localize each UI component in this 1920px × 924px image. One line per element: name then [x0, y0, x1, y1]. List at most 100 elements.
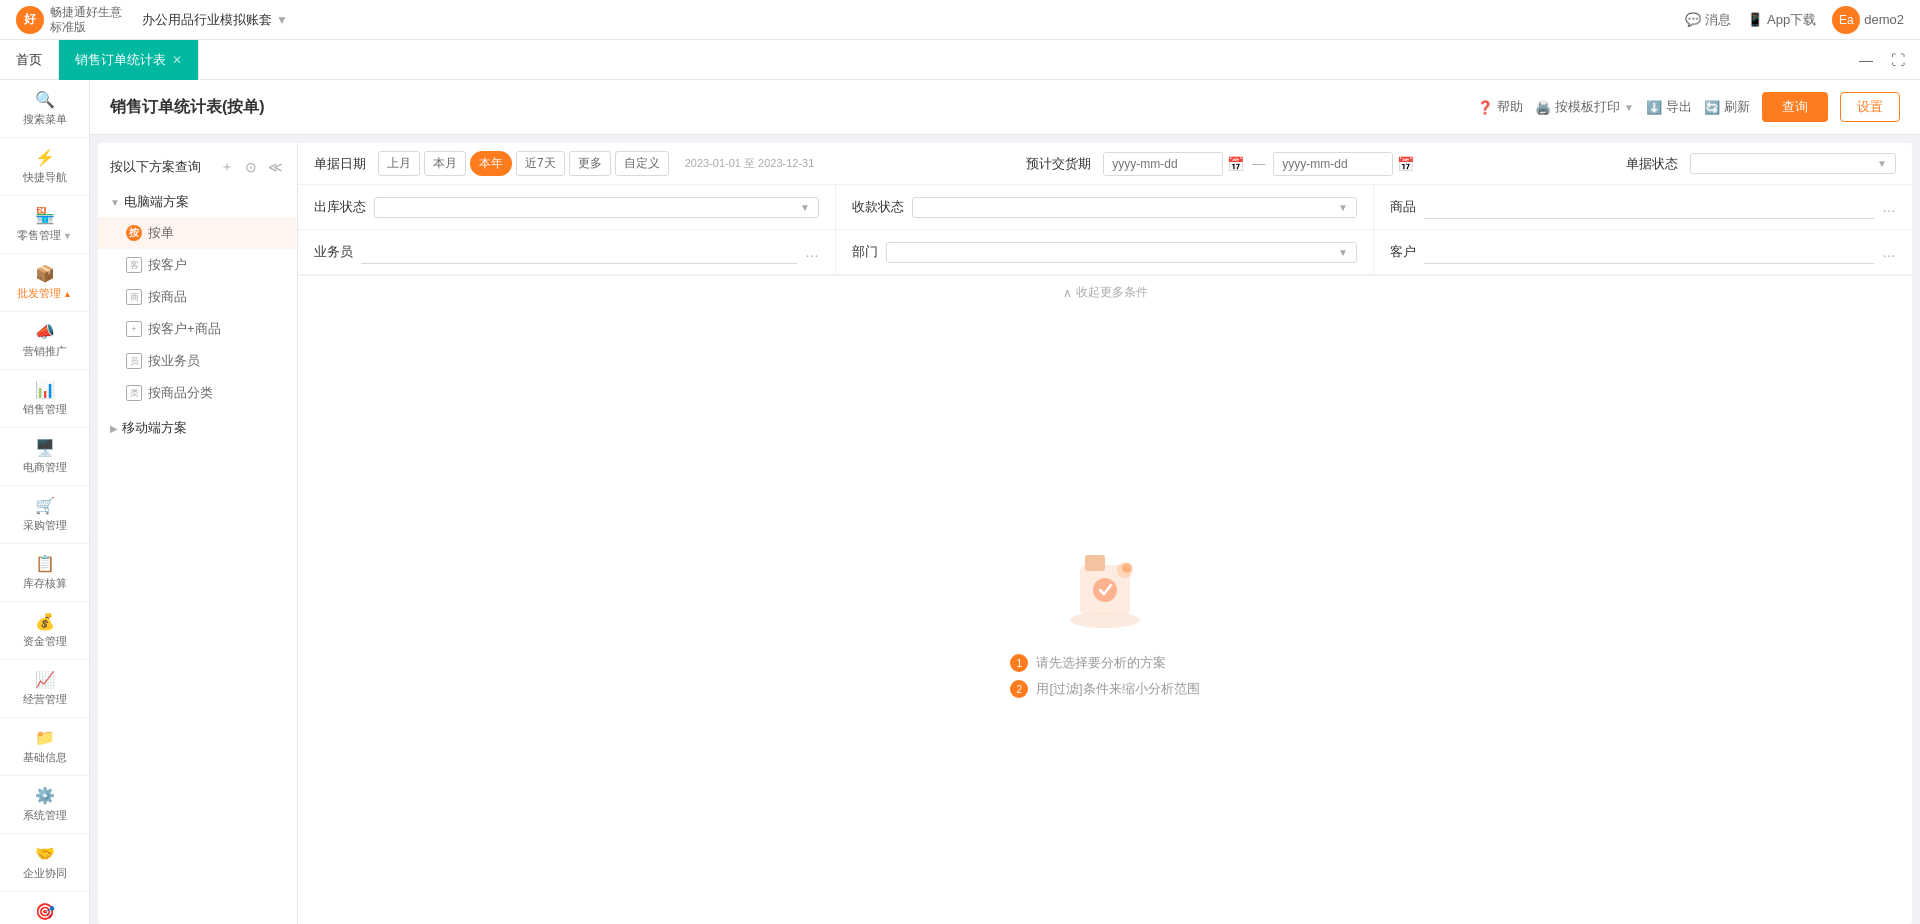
scheme-item-active-icon: 按: [126, 225, 142, 241]
filter-goods: 商品 …: [1374, 185, 1912, 229]
tab-home[interactable]: 首页: [0, 40, 59, 80]
retail-icon: 🏪: [35, 206, 55, 225]
date-btn-more[interactable]: 更多: [569, 151, 611, 176]
logo-icon: 好: [16, 6, 44, 34]
template-print-button[interactable]: 🖨️ 按模板打印 ▼: [1535, 98, 1634, 116]
message-icon: 💬: [1685, 12, 1701, 27]
retail-arrow-icon: ▼: [63, 231, 72, 241]
sidebar-item-enterprise[interactable]: 🤝 企业协同: [0, 834, 89, 892]
scheme-item-by-category[interactable]: 类 按商品分类: [98, 377, 297, 409]
settings-button[interactable]: 设置: [1840, 92, 1900, 122]
sidebar-item-sales[interactable]: 📊 销售管理: [0, 370, 89, 428]
scheme-actions: ＋ ⊙ ≪: [217, 157, 285, 177]
app-download-button[interactable]: 📱 App下载: [1747, 11, 1816, 29]
shipment-dropdown-icon: ▼: [800, 202, 810, 213]
export-button[interactable]: ⬇️ 导出: [1646, 98, 1692, 116]
filter-department: 部门 ▼: [836, 230, 1374, 274]
sidebar-item-retail[interactable]: 🏪 零售管理 ▼: [0, 196, 89, 254]
scheme-add-button[interactable]: ＋: [217, 157, 237, 177]
date-filter-buttons: 上月 本月 本年 近7天 更多 自定义: [378, 151, 669, 176]
user-menu[interactable]: Ea demo2: [1832, 6, 1904, 34]
refresh-button[interactable]: 🔄 刷新: [1704, 98, 1750, 116]
customer-input[interactable]: [1424, 245, 1874, 259]
scheme-collapse-button[interactable]: ≪: [265, 157, 285, 177]
scheme-item-by-order[interactable]: 按 按单: [98, 217, 297, 249]
tab-bar: 首页 销售订单统计表 ✕ — ⛶: [0, 40, 1920, 80]
ecommerce-icon: 🖥️: [35, 438, 55, 457]
marketing-icon: 📣: [35, 322, 55, 341]
scheme-item-by-product[interactable]: 商 按商品: [98, 281, 297, 313]
sales-icon: 📊: [35, 380, 55, 399]
scheme-section-mobile-header[interactable]: ▶ 移动端方案: [98, 413, 297, 443]
salesperson-input[interactable]: [361, 245, 797, 259]
filter-row-3: 业务员 … 部门 ▼: [298, 230, 1912, 275]
main-body: 按以下方案查询 ＋ ⊙ ≪ ▼ 电脑端方案 按: [90, 135, 1920, 924]
payment-dropdown-icon: ▼: [1338, 202, 1348, 213]
status-select[interactable]: ▼: [1690, 153, 1896, 174]
date-btn-this-month[interactable]: 本月: [424, 151, 466, 176]
scheme-section-desktop-header[interactable]: ▼ 电脑端方案: [98, 187, 297, 217]
sidebar-item-operations[interactable]: 📈 经营管理: [0, 660, 89, 718]
scheme-item-category-icon: 类: [126, 385, 142, 401]
payment-status-select[interactable]: ▼: [912, 197, 1357, 218]
sidebar-item-system[interactable]: ⚙️ 系统管理: [0, 776, 89, 834]
tab-close-icon[interactable]: ✕: [172, 53, 182, 67]
expected-date-start-input[interactable]: [1103, 152, 1223, 176]
query-button[interactable]: 查询: [1762, 92, 1828, 122]
scheme-item-by-customer[interactable]: 客 按客户: [98, 249, 297, 281]
help-button[interactable]: ❓ 帮助: [1477, 98, 1523, 116]
export-icon: ⬇️: [1646, 100, 1662, 115]
help-icon: ❓: [1477, 100, 1493, 115]
sidebar-item-marketing[interactable]: 📣 营销推广: [0, 312, 89, 370]
sidebar-item-search[interactable]: 🔍 搜索菜单: [0, 80, 89, 138]
date-btn-this-year[interactable]: 本年: [470, 151, 512, 176]
end-date-calendar-icon[interactable]: 📅: [1397, 156, 1414, 172]
sidebar-item-purchase[interactable]: 🛒 采购管理: [0, 486, 89, 544]
scheme-item-by-salesperson[interactable]: 员 按业务员: [98, 345, 297, 377]
date-btn-last-month[interactable]: 上月: [378, 151, 420, 176]
header-left: 好 畅捷通好生意 标准版 办公用品行业模拟账套 ▼: [16, 5, 288, 34]
expected-date-end-input[interactable]: [1273, 152, 1393, 176]
sidebar-item-quicknav[interactable]: ⚡ 快捷导航: [0, 138, 89, 196]
scheme-item-by-customer-product[interactable]: + 按客户+商品: [98, 313, 297, 345]
department-select[interactable]: ▼: [886, 242, 1357, 263]
salesperson-more-icon[interactable]: …: [805, 244, 819, 260]
shipment-status-select[interactable]: ▼: [374, 197, 819, 218]
svg-rect-2: [1085, 555, 1105, 571]
start-date-calendar-icon[interactable]: 📅: [1227, 156, 1244, 172]
svg-point-3: [1093, 578, 1117, 602]
print-dropdown-icon[interactable]: ▼: [1624, 102, 1634, 113]
tab-minimize-button[interactable]: —: [1852, 46, 1880, 74]
quicknav-icon: ⚡: [35, 148, 55, 167]
page-header: 销售订单统计表(按单) ❓ 帮助 🖨️ 按模板打印 ▼ ⬇️ 导出 🔄 刷新: [90, 80, 1920, 135]
expected-date-range: 📅 — 📅: [1103, 152, 1414, 176]
tab-maximize-button[interactable]: ⛶: [1884, 46, 1912, 74]
goods-more-icon[interactable]: …: [1882, 199, 1896, 215]
message-button[interactable]: 💬 消息: [1685, 11, 1731, 29]
breadcrumb-dropdown-icon[interactable]: ▼: [276, 13, 288, 27]
sidebar-item-wholesale[interactable]: 📦 批发管理 ▲: [0, 254, 89, 312]
filter-salesperson: 业务员 …: [298, 230, 836, 274]
empty-hint-2: 2 用[过滤]条件来缩小分析范围: [1010, 680, 1199, 698]
system-icon: ⚙️: [35, 786, 55, 805]
goods-input[interactable]: [1424, 200, 1874, 214]
scheme-header: 按以下方案查询 ＋ ⊙ ≪: [98, 151, 297, 183]
collapse-bar[interactable]: ∧ 收起更多条件: [298, 275, 1912, 309]
customer-more-icon[interactable]: …: [1882, 244, 1896, 260]
scheme-edit-button[interactable]: ⊙: [241, 157, 261, 177]
sidebar-item-basic-info[interactable]: 📁 基础信息: [0, 718, 89, 776]
basic-info-icon: 📁: [35, 728, 55, 747]
sidebar-item-ecommerce[interactable]: 🖥️ 电商管理: [0, 428, 89, 486]
sidebar-item-inventory[interactable]: 📋 库存核算: [0, 544, 89, 602]
scheme-item-product-icon: 商: [126, 289, 142, 305]
tab-sales-order[interactable]: 销售订单统计表 ✕: [59, 40, 199, 80]
department-dropdown-icon: ▼: [1338, 247, 1348, 258]
scheme-item-sales-icon: 员: [126, 353, 142, 369]
enterprise-icon: 🤝: [35, 844, 55, 863]
sidebar-item-finance[interactable]: 💰 资金管理: [0, 602, 89, 660]
svg-point-5: [1122, 563, 1132, 573]
date-btn-custom[interactable]: 自定义: [615, 151, 669, 176]
sidebar-item-newbie[interactable]: 🎯 新手引导: [0, 892, 89, 924]
date-btn-last-7days[interactable]: 近7天: [516, 151, 565, 176]
avatar: Ea: [1832, 6, 1860, 34]
